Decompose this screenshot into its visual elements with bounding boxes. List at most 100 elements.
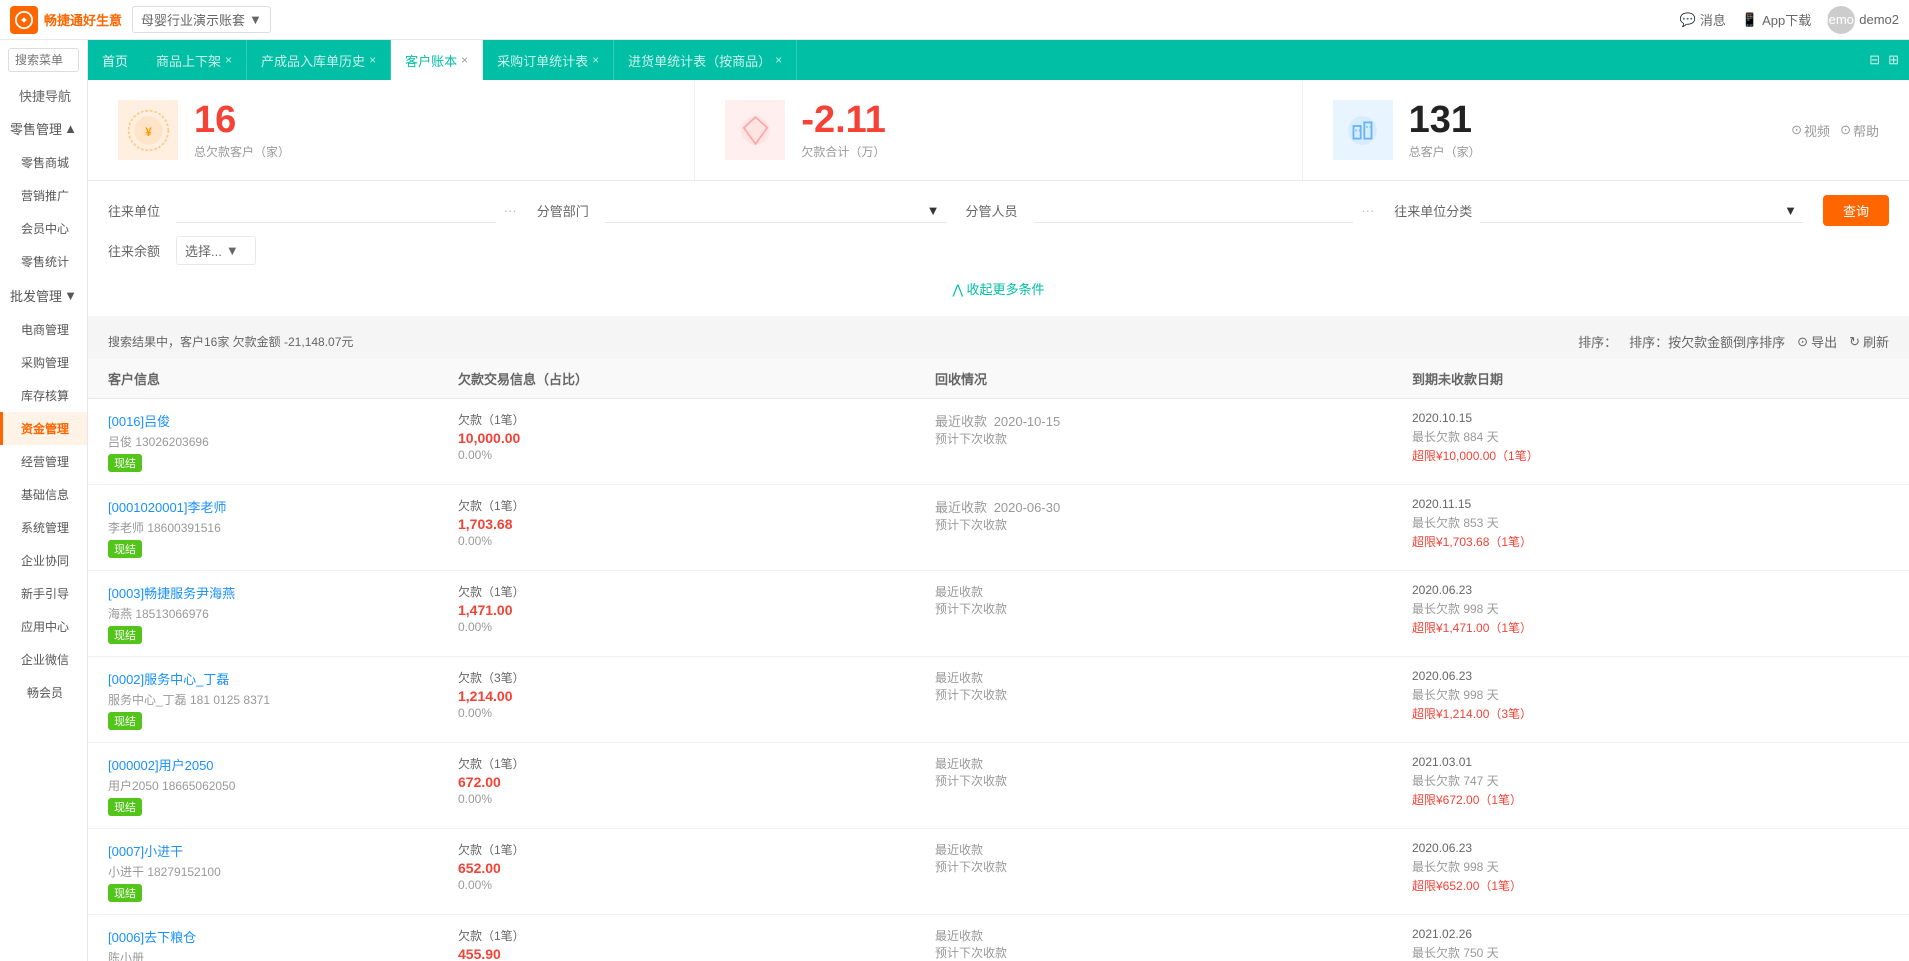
customer-name-4[interactable]: [000002]用户2050 — [108, 755, 458, 774]
tab-customer-ledger[interactable]: 客户账本 × — [391, 40, 483, 80]
owe-total-label: 欠款合计（万） — [801, 143, 886, 160]
sort-select[interactable]: 排序：按欠款金额倒序排序 — [1629, 332, 1785, 351]
sidebar-item-retail-mgmt[interactable]: 零售管理 ▲ — [0, 111, 87, 146]
customer-sub-2: 海燕 18513066976 — [108, 605, 458, 622]
due-amount-4[interactable]: 超限¥672.00（1笔） — [1412, 791, 1889, 808]
customer-name-2[interactable]: [0003]畅捷服务尹海燕 — [108, 583, 458, 602]
sidebar-item-corp-collab[interactable]: 企业协同 — [0, 544, 87, 577]
customer-name-5[interactable]: [0007]小进干 — [108, 841, 458, 860]
customer-name-0[interactable]: [0016]吕俊 — [108, 411, 458, 430]
filter-unit-input[interactable] — [176, 199, 496, 223]
sort-label: 排序： — [1578, 332, 1617, 351]
customer-name-3[interactable]: [0002]服务中心_丁磊 — [108, 669, 458, 688]
owe-total-amount: -2.11 — [801, 101, 886, 139]
customer-cell-6: [0006]去下粮仓 陈小册 现结 — [108, 927, 458, 961]
summary-card-owe-total: -2.11 欠款合计（万） — [695, 80, 1302, 180]
due-amount-5[interactable]: 超限¥652.00（1笔） — [1412, 877, 1889, 894]
sidebar-item-operation[interactable]: 经营管理 — [0, 445, 87, 478]
refresh-btn[interactable]: ↻ 刷新 — [1849, 332, 1889, 351]
filter-balance-select[interactable]: 选择... ▼ — [176, 236, 256, 265]
owe-amount-6[interactable]: 455.90 — [458, 946, 935, 961]
tab-close-product-history[interactable]: × — [369, 53, 376, 67]
filter-person-input[interactable] — [1034, 199, 1354, 223]
tab-product-shelf[interactable]: 商品上下架 × — [142, 40, 247, 80]
customer-cell-3: [0002]服务中心_丁磊 服务中心_丁磊 181 0125 8371 现结 — [108, 669, 458, 730]
logo-area: 畅捷通好生意 — [10, 6, 122, 34]
due-overdue-5: 最长欠款 998 天 — [1412, 858, 1889, 875]
tab-purchase-goods[interactable]: 进货单统计表（按商品） × — [614, 40, 797, 80]
sidebar-item-finance[interactable]: 资金管理 — [0, 412, 87, 445]
customer-sub-4: 用户2050 18665062050 — [108, 777, 458, 794]
sidebar-item-member-plus[interactable]: 畅会员 — [0, 676, 87, 709]
sidebar-search-input[interactable] — [8, 48, 79, 72]
customer-cell-5: [0007]小进干 小进干 18279152100 现结 — [108, 841, 458, 902]
filter-person-dots[interactable]: ··· — [1361, 203, 1374, 218]
sidebar-item-member[interactable]: 会员中心 — [0, 212, 87, 245]
owe-amount-3[interactable]: 1,214.00 — [458, 688, 935, 704]
summary-top-links: ⊙ 视频 ⊙ 帮助 — [1791, 121, 1879, 140]
filter-category-select[interactable]: ▼ — [1480, 199, 1803, 223]
message-btn[interactable]: 💬 消息 — [1680, 10, 1726, 29]
tab-product-history[interactable]: 产成品入库单历史 × — [247, 40, 391, 80]
owe-percent-1: 0.00% — [458, 534, 935, 548]
app-download-btn[interactable]: 📱 App下载 — [1742, 10, 1811, 29]
filter-collapse-btn[interactable]: ⋀ 收起更多条件 — [108, 275, 1889, 302]
sidebar-item-purchase[interactable]: 采购管理 — [0, 346, 87, 379]
user-avatar-btn[interactable]: demo2 demo2 — [1827, 6, 1899, 34]
owe-cell-5: 欠款（1笔） 652.00 0.00% — [458, 841, 935, 902]
filter-section: 往来单位 ··· 分管部门 ▼ 分管人员 — [88, 181, 1909, 316]
sidebar-item-corp-wechat[interactable]: 企业微信 — [0, 643, 87, 676]
tab-home[interactable]: 首页 — [88, 40, 142, 80]
col-header-due: 到期未收款日期 — [1412, 369, 1889, 388]
sidebar-item-newbie[interactable]: 新手引导 — [0, 577, 87, 610]
due-date-0: 2020.10.15 — [1412, 411, 1889, 425]
owe-amount-0[interactable]: 10,000.00 — [458, 430, 935, 446]
due-amount-1[interactable]: 超限¥1,703.68（1笔） — [1412, 533, 1889, 550]
sidebar-item-wholesale[interactable]: 批发管理 ▼ — [0, 278, 87, 313]
owe-amount-2[interactable]: 1,471.00 — [458, 602, 935, 618]
avatar: demo2 — [1827, 6, 1855, 34]
sidebar-item-inventory[interactable]: 库存核算 — [0, 379, 87, 412]
help-link[interactable]: ⊙ 帮助 — [1840, 121, 1879, 140]
due-amount-0[interactable]: 超限¥10,000.00（1笔） — [1412, 447, 1889, 464]
due-overdue-3: 最长欠款 998 天 — [1412, 686, 1889, 703]
owe-percent-5: 0.00% — [458, 878, 935, 892]
sidebar-item-quick-nav[interactable]: 快捷导航 — [0, 80, 87, 111]
sidebar-item-system[interactable]: 系统管理 — [0, 511, 87, 544]
sidebar: 快捷导航 零售管理 ▲ 零售商城 营销推广 会员中心 零售统计 批发管理 ▼ 电… — [0, 40, 88, 961]
tab-expand-btn[interactable]: ⊞ — [1888, 52, 1899, 68]
customer-name-1[interactable]: [0001020001]李老师 — [108, 497, 458, 516]
due-amount-2[interactable]: 超限¥1,471.00（1笔） — [1412, 619, 1889, 636]
owe-amount-1[interactable]: 1,703.68 — [458, 516, 935, 532]
sidebar-item-retail-mall[interactable]: 零售商城 — [0, 146, 87, 179]
filter-unit-dots[interactable]: ··· — [504, 203, 517, 218]
owe-amount-4[interactable]: 672.00 — [458, 774, 935, 790]
logo-icon — [10, 6, 38, 34]
owe-amount-5[interactable]: 652.00 — [458, 860, 935, 876]
due-date-1: 2020.11.15 — [1412, 497, 1889, 511]
sidebar-item-app-center[interactable]: 应用中心 — [0, 610, 87, 643]
tab-close-purchase-goods[interactable]: × — [775, 53, 782, 67]
filter-dept-select[interactable]: ▼ — [605, 199, 946, 223]
summary-info-owe: 16 总欠款客户（家） — [194, 101, 290, 160]
industry-selector[interactable]: 母婴行业演示账套 ▼ — [132, 6, 271, 33]
video-link[interactable]: ⊙ 视频 — [1791, 121, 1830, 140]
tab-close-purchase-stat[interactable]: × — [592, 53, 599, 67]
export-btn[interactable]: ⊙ 导出 — [1797, 332, 1837, 351]
tab-close-product-shelf[interactable]: × — [225, 53, 232, 67]
recovery-next-2: 预计下次收款 — [935, 600, 1412, 617]
due-amount-3[interactable]: 超限¥1,214.00（3笔） — [1412, 705, 1889, 722]
tab-purchase-stat[interactable]: 采购订单统计表 × — [483, 40, 614, 80]
customer-tag-0: 现结 — [108, 454, 142, 472]
sidebar-item-retail-stat[interactable]: 零售统计 — [0, 245, 87, 278]
tab-collapse-btn[interactable]: ⊟ — [1869, 52, 1880, 68]
tab-close-customer-ledger[interactable]: × — [461, 53, 468, 67]
sidebar-item-ecom[interactable]: 电商管理 — [0, 313, 87, 346]
summary-info-customers: 131 总客户（家） — [1409, 101, 1481, 160]
sidebar-item-basic[interactable]: 基础信息 — [0, 478, 87, 511]
recovery-next-0: 预计下次收款 — [935, 430, 1412, 447]
sidebar-item-marketing[interactable]: 营销推广 — [0, 179, 87, 212]
customer-name-6[interactable]: [0006]去下粮仓 — [108, 927, 458, 946]
customer-cell-1: [0001020001]李老师 李老师 18600391516 现结 — [108, 497, 458, 558]
search-button[interactable]: 查询 — [1823, 195, 1889, 226]
